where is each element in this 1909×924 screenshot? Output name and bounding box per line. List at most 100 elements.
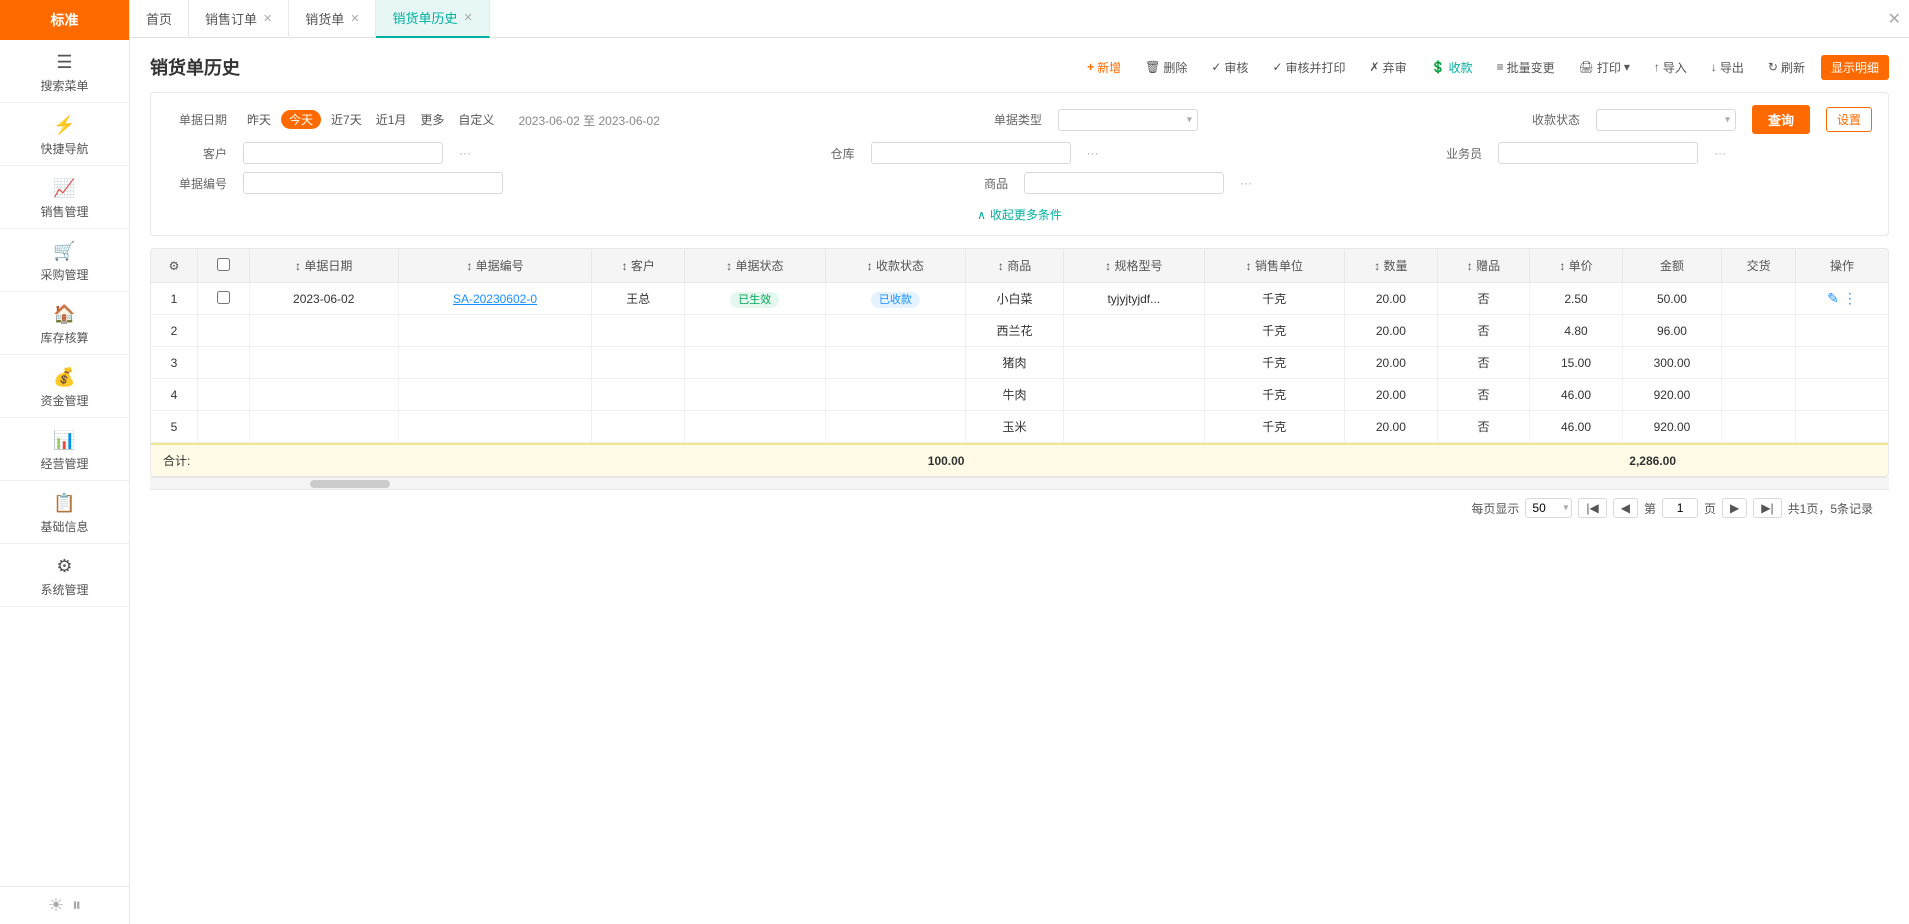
goods-input[interactable] <box>1024 172 1224 194</box>
shortcut-custom[interactable]: 自定义 <box>454 110 498 129</box>
settings-button[interactable]: 设置 <box>1826 107 1872 132</box>
sidebar-item-operations[interactable]: 📊 经营管理 <box>0 418 129 481</box>
cell-checkbox[interactable] <box>197 315 249 347</box>
sidebar-item-search-menu[interactable]: ☰ 搜索菜单 <box>0 40 129 103</box>
agent-ellipsis[interactable]: ··· <box>1714 146 1726 160</box>
tab-sales-order[interactable]: 销售订单 ✕ <box>189 0 289 38</box>
inventory-icon: 🏠 <box>53 304 75 325</box>
tab-sales-history-close[interactable]: ✕ <box>464 11 473 24</box>
cell-checkbox[interactable] <box>197 411 249 443</box>
shortcut-more[interactable]: 更多 <box>416 110 448 129</box>
sidebar-item-finance-mgmt[interactable]: 💰 资金管理 <box>0 355 129 418</box>
cell-doc-status <box>685 379 826 411</box>
delete-button[interactable]: 🗑 删除 <box>1137 55 1195 80</box>
cell-checkbox[interactable] <box>197 283 249 315</box>
tab-sales-order-close[interactable]: ✕ <box>263 12 272 25</box>
type-select[interactable] <box>1058 109 1198 131</box>
collapse-button[interactable]: ∧ 收起更多条件 <box>977 206 1062 223</box>
page-number-input[interactable] <box>1662 498 1698 518</box>
add-button[interactable]: + 新增 <box>1079 55 1129 80</box>
print-button[interactable]: 🖨 打印 ▾ <box>1571 55 1638 80</box>
refresh-button[interactable]: ↻ 刷新 <box>1760 55 1813 80</box>
refresh-icon: ↻ <box>1768 60 1778 74</box>
cell-unit: 千克 <box>1204 347 1345 379</box>
cell-seq: 3 <box>151 347 197 379</box>
tab-sales-goods[interactable]: 销货单 ✕ <box>289 0 376 38</box>
tab-sales-history[interactable]: 销货单历史 ✕ <box>376 0 489 38</box>
th-date[interactable]: ↕ 单据日期 <box>249 249 398 283</box>
query-button[interactable]: 查询 <box>1752 105 1810 134</box>
add-icon: + <box>1087 60 1094 74</box>
import-button[interactable]: ↑ 导入 <box>1646 55 1695 80</box>
next-page-button[interactable]: ▶ <box>1722 498 1747 518</box>
sidebar-pause-icon[interactable]: ⏸ <box>72 895 81 916</box>
th-settings[interactable]: ⚙ <box>151 249 197 283</box>
prev-page-button[interactable]: ◀ <box>1613 498 1638 518</box>
th-pay-status[interactable]: ↕ 收款状态 <box>825 249 966 283</box>
first-page-button[interactable]: |◀ <box>1578 498 1606 518</box>
warehouse-ellipsis[interactable]: ··· <box>1087 146 1099 160</box>
cell-orderno[interactable] <box>398 347 592 379</box>
shortcut-7days[interactable]: 近7天 <box>327 110 366 129</box>
sidebar-item-basic-info[interactable]: 📋 基础信息 <box>0 481 129 544</box>
last-page-button[interactable]: ▶| <box>1753 498 1781 518</box>
sidebar-item-quick-nav[interactable]: ⚡ 快捷导航 <box>0 103 129 166</box>
status-select[interactable] <box>1596 109 1736 131</box>
th-gift[interactable]: ↕ 赠品 <box>1437 249 1530 283</box>
print-icon: 🖨 <box>1579 60 1594 74</box>
tab-bar-close-all[interactable]: ✕ <box>1888 9 1909 29</box>
sidebar-sun-icon[interactable]: ☀ <box>48 895 64 916</box>
th-price[interactable]: ↕ 单价 <box>1530 249 1623 283</box>
shortcut-today[interactable]: 今天 <box>281 110 321 129</box>
row-checkbox[interactable] <box>217 291 230 304</box>
th-goods[interactable]: ↕ 商品 <box>966 249 1064 283</box>
horizontal-scrollbar[interactable] <box>150 477 1889 489</box>
delete-icon: 🗑 <box>1145 60 1160 74</box>
cell-delivery <box>1722 347 1796 379</box>
cell-orderno[interactable] <box>398 411 592 443</box>
abandon-button[interactable]: ✗ 弃审 <box>1362 55 1415 80</box>
edit-action-icon[interactable]: ✎ <box>1827 290 1839 306</box>
th-qty[interactable]: ↕ 数量 <box>1345 249 1438 283</box>
audit-print-button[interactable]: ✓ 审核并打印 <box>1264 55 1353 80</box>
collect-button[interactable]: 💲 收款 <box>1423 55 1481 80</box>
th-checkbox[interactable] <box>197 249 249 283</box>
scroll-thumb[interactable] <box>310 480 390 488</box>
warehouse-input[interactable] <box>871 142 1071 164</box>
cell-checkbox[interactable] <box>197 347 249 379</box>
th-orderno[interactable]: ↕ 单据编号 <box>398 249 592 283</box>
select-all-checkbox[interactable] <box>217 258 230 271</box>
th-doc-status[interactable]: ↕ 单据状态 <box>685 249 826 283</box>
audit-button[interactable]: ✓ 审核 <box>1203 55 1256 80</box>
cell-checkbox[interactable] <box>197 379 249 411</box>
shortcut-yesterday[interactable]: 昨天 <box>243 110 275 129</box>
more-action-icon[interactable]: ⋮ <box>1843 290 1857 306</box>
th-spec[interactable]: ↕ 规格型号 <box>1064 249 1205 283</box>
display-detail-button[interactable]: 显示明细 <box>1821 55 1889 80</box>
tab-sales-goods-close[interactable]: ✕ <box>350 12 359 25</box>
table-row: 4 牛肉 千克 20.00 否 46.00 920.00 <box>151 379 1888 411</box>
filter-row-3: 单据编号 商品 ··· <box>167 172 1872 194</box>
cell-orderno[interactable]: SA-20230602-0 <box>398 283 592 315</box>
orderno-input[interactable] <box>243 172 503 194</box>
agent-input[interactable] <box>1498 142 1698 164</box>
batch-change-button[interactable]: ≡ 批量变更 <box>1489 55 1563 80</box>
per-page-select[interactable]: 50 100 200 <box>1525 498 1572 518</box>
customer-ellipsis[interactable]: ··· <box>459 146 471 160</box>
shortcut-1month[interactable]: 近1月 <box>372 110 411 129</box>
filter-row-2: 客户 ··· 仓库 ··· 业务员 ··· <box>167 142 1872 164</box>
order-link[interactable]: SA-20230602-0 <box>453 292 537 306</box>
sidebar-item-sales-mgmt[interactable]: 📈 销售管理 <box>0 166 129 229</box>
th-unit[interactable]: ↕ 销售单位 <box>1204 249 1345 283</box>
tab-home[interactable]: 首页 <box>130 0 189 38</box>
cell-orderno[interactable] <box>398 315 592 347</box>
export-button[interactable]: ↓ 导出 <box>1703 55 1752 80</box>
sidebar-item-inventory[interactable]: 🏠 库存核算 <box>0 292 129 355</box>
collapse-up-icon: ∧ <box>977 208 986 222</box>
goods-ellipsis[interactable]: ··· <box>1240 176 1252 190</box>
sidebar-item-system-mgmt[interactable]: ⚙ 系统管理 <box>0 544 129 607</box>
cell-orderno[interactable] <box>398 379 592 411</box>
th-customer[interactable]: ↕ 客户 <box>592 249 685 283</box>
sidebar-item-purchase-mgmt[interactable]: 🛒 采购管理 <box>0 229 129 292</box>
customer-input[interactable] <box>243 142 443 164</box>
